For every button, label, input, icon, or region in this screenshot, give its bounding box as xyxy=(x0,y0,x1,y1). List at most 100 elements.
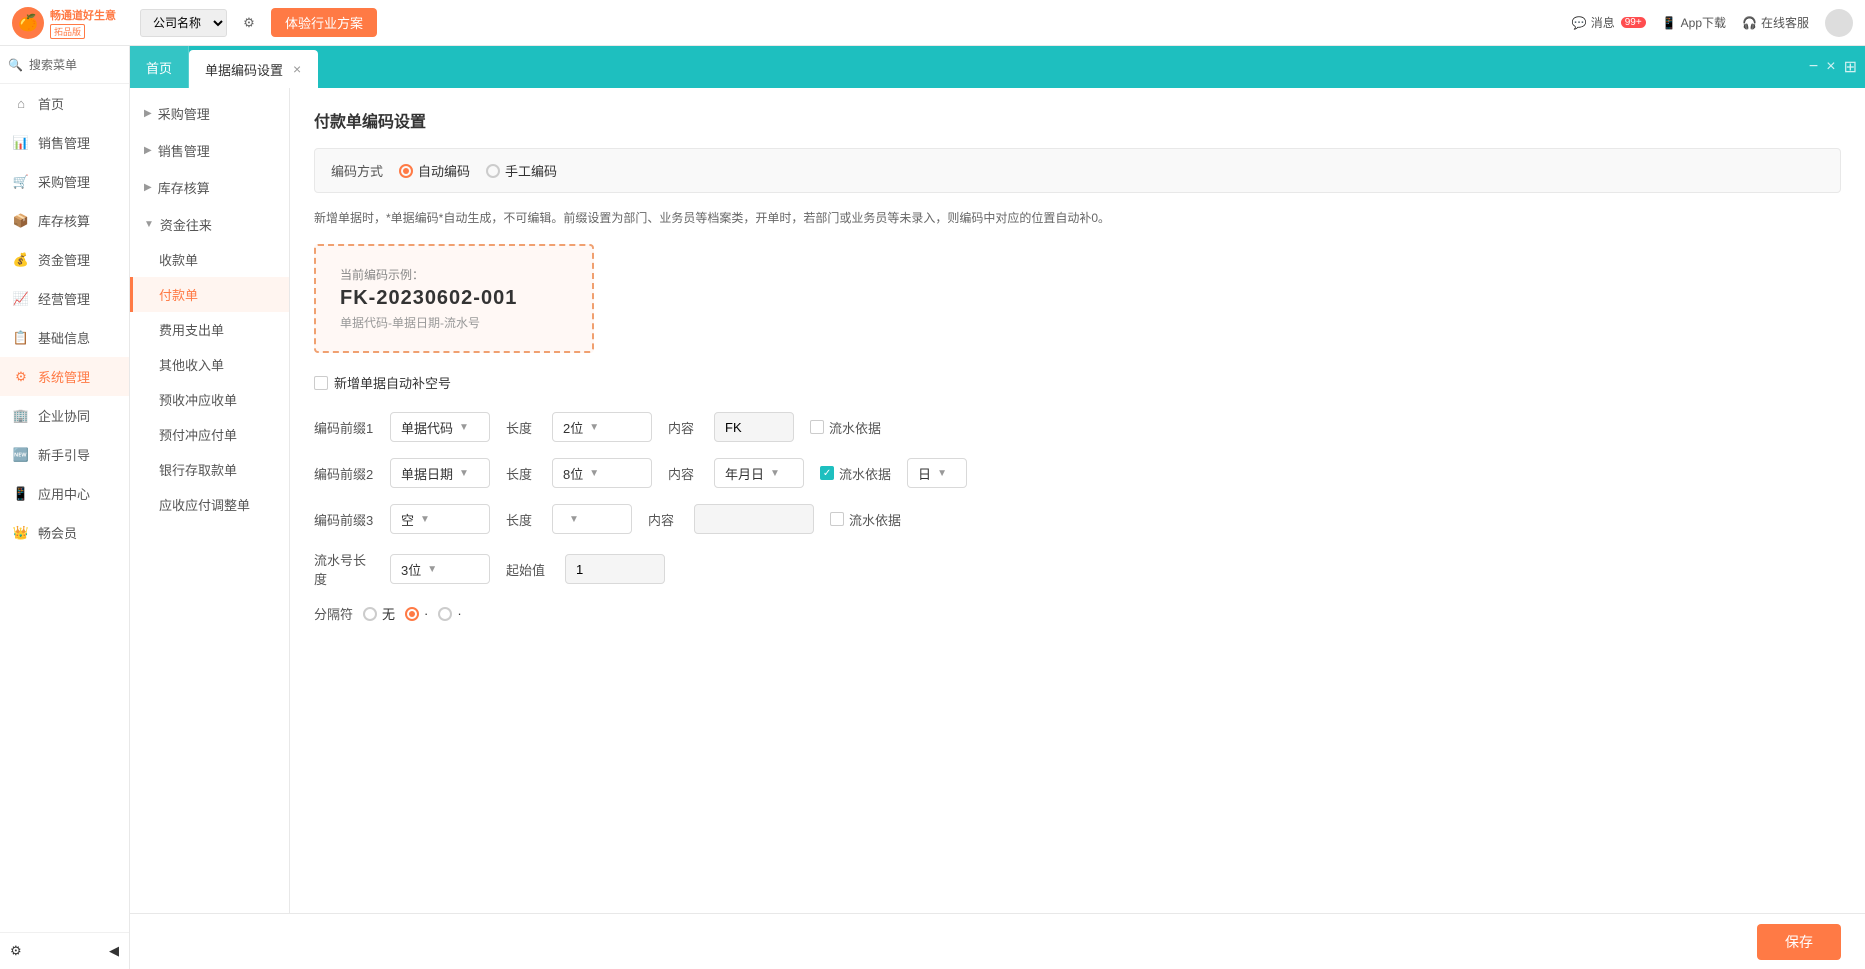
prefix-row-1: 编码前缀1 单据代码 ▼ 长度 2位 ▼ 内容 流水依据 xyxy=(314,412,1841,442)
sidebar-item-sales[interactable]: 📊 销售管理 xyxy=(0,123,129,162)
serial-unit-select-2[interactable]: 日 ▼ xyxy=(907,458,967,488)
nav-item-bank-deposit[interactable]: 银行存取款单 xyxy=(130,452,289,487)
online-service-action[interactable]: 🎧 在线客服 xyxy=(1742,14,1809,31)
search-icon: 🔍 xyxy=(8,58,23,72)
content-area: 首页 单据编码设置 × − × ⊞ ▶ 采购管理 xyxy=(130,46,1865,969)
serial-check-teal-2[interactable]: ✓ xyxy=(820,466,834,480)
content-arrow-2: ▼ xyxy=(770,468,780,479)
manual-encode-radio[interactable] xyxy=(486,164,500,178)
tab-minimize-button[interactable]: − xyxy=(1809,58,1818,76)
app-download-action[interactable]: 📱 App下载 xyxy=(1662,14,1726,31)
sidebar-item-enterprise[interactable]: 🏢 企业协同 xyxy=(0,396,129,435)
sep-dot-radio[interactable] xyxy=(405,607,419,621)
length-select-3[interactable]: ▼ xyxy=(552,504,632,534)
tab-expand-button[interactable]: ⊞ xyxy=(1844,57,1857,77)
nav-item-receivable-adjust[interactable]: 应收应付调整单 xyxy=(130,487,289,522)
sidebar-item-basic[interactable]: 📋 基础信息 xyxy=(0,318,129,357)
serial-check-icon-1[interactable] xyxy=(810,420,824,434)
serial-checkbox-3[interactable]: 流水依据 xyxy=(830,510,901,529)
sidebar-item-finance[interactable]: 💰 资金管理 xyxy=(0,240,129,279)
sidebar-footer: ⚙ ◀ xyxy=(0,932,129,969)
nav-item-other-income[interactable]: 其他收入单 xyxy=(130,347,289,382)
sep-none-option[interactable]: 无 xyxy=(363,604,395,623)
dropdown-arrow-2: ▼ xyxy=(459,468,469,479)
preview-label: 当前编码示例： xyxy=(340,266,568,283)
header-left: 🍊 畅通道好生意 拓品版 公司名称 ⚙ 体验行业方案 xyxy=(12,7,377,39)
appcenter-icon: 📱 xyxy=(12,485,30,503)
sidebar-item-member[interactable]: 👑 畅会员 xyxy=(0,513,129,552)
auto-fill-checkbox[interactable] xyxy=(314,376,328,390)
trial-button[interactable]: 体验行业方案 xyxy=(271,8,377,37)
serial-checkbox-1[interactable]: 流水依据 xyxy=(810,418,881,437)
content-input-3[interactable] xyxy=(694,504,814,534)
bottom-bar: 保存 xyxy=(130,913,1865,969)
header-gear-icon[interactable]: ⚙ xyxy=(235,9,263,37)
length-label-2: 长度 xyxy=(506,464,532,483)
prefix-row-3: 编码前缀3 空 ▼ 长度 ▼ 内容 流水依据 xyxy=(314,504,1841,534)
left-nav: ▶ 采购管理 ▶ 销售管理 ▶ 库存核算 xyxy=(130,88,290,913)
nav-group-sales-title[interactable]: ▶ 销售管理 xyxy=(130,133,289,168)
settings-footer-icon[interactable]: ⚙ xyxy=(10,943,22,959)
save-button[interactable]: 保存 xyxy=(1757,924,1841,960)
sidebar-item-operation[interactable]: 📈 经营管理 xyxy=(0,279,129,318)
nav-item-prepay-receive[interactable]: 预收冲应收单 xyxy=(130,382,289,417)
tab-close-icon[interactable]: × xyxy=(293,61,301,77)
serial-check-icon-3[interactable] xyxy=(830,512,844,526)
prefix3-select[interactable]: 空 ▼ xyxy=(390,504,490,534)
company-select[interactable]: 公司名称 xyxy=(140,9,227,37)
sidebar-item-home[interactable]: ⌂ 首页 xyxy=(0,84,129,123)
nav-item-prepay-pay[interactable]: 预付冲应付单 xyxy=(130,417,289,452)
nav-group-inventory-title[interactable]: ▶ 库存核算 xyxy=(130,170,289,205)
sidebar-item-inventory[interactable]: 📦 库存核算 xyxy=(0,201,129,240)
start-value-input[interactable] xyxy=(565,554,665,584)
separator-label: 分隔符 xyxy=(314,604,353,623)
nav-item-receipt[interactable]: 收款单 xyxy=(130,242,289,277)
prefix1-select[interactable]: 单据代码 ▼ xyxy=(390,412,490,442)
tab-bar: 首页 单据编码设置 × − × ⊞ xyxy=(130,46,1865,88)
prefix2-select[interactable]: 单据日期 ▼ xyxy=(390,458,490,488)
sidebar-item-system[interactable]: ⚙ 系统管理 xyxy=(0,357,129,396)
sep-dash-radio[interactable] xyxy=(438,607,452,621)
nav-group-funds-title[interactable]: ▼ 资金往来 xyxy=(130,207,289,242)
info-text: 新增单据时，*单据编码*自动生成，不可编辑。前缀设置为部门、业务员等档案类，开单… xyxy=(314,209,1841,228)
nav-item-payment[interactable]: 付款单 xyxy=(130,277,289,312)
tab-encoding-settings[interactable]: 单据编码设置 × xyxy=(189,50,318,88)
start-value-label: 起始值 xyxy=(506,560,545,579)
content-select-2[interactable]: 年月日 ▼ xyxy=(714,458,804,488)
sidebar-item-newguide[interactable]: 🆕 新手引导 xyxy=(0,435,129,474)
auto-encode-option[interactable]: 自动编码 xyxy=(399,161,470,180)
sidebar-search[interactable]: 🔍 搜索菜单 xyxy=(0,46,129,84)
length-select-1[interactable]: 2位 ▼ xyxy=(552,412,652,442)
message-icon: 💬 xyxy=(1572,16,1587,30)
sidebar-item-appcenter[interactable]: 📱 应用中心 xyxy=(0,474,129,513)
user-avatar[interactable] xyxy=(1825,9,1853,37)
purchase-icon: 🛒 xyxy=(12,173,30,191)
sep-dot-option[interactable]: · xyxy=(405,606,428,621)
tab-close-button[interactable]: × xyxy=(1826,58,1835,76)
dropdown-arrow-3: ▼ xyxy=(420,514,430,525)
operation-icon: 📈 xyxy=(12,290,30,308)
basic-icon: 📋 xyxy=(12,329,30,347)
tab-home[interactable]: 首页 xyxy=(130,46,189,88)
serial-checkbox-2[interactable]: ✓ 流水依据 xyxy=(820,464,891,483)
nav-item-expense[interactable]: 费用支出单 xyxy=(130,312,289,347)
sep-dash-option[interactable]: · xyxy=(438,606,461,621)
preview-sub: 单据代码-单据日期-流水号 xyxy=(340,314,568,331)
serial-length-select[interactable]: 3位 ▼ xyxy=(390,554,490,584)
collapse-icon[interactable]: ◀ xyxy=(109,943,119,959)
sidebar-item-purchase[interactable]: 🛒 采购管理 xyxy=(0,162,129,201)
auto-encode-radio[interactable] xyxy=(399,164,413,178)
headset-icon: 🎧 xyxy=(1742,16,1757,30)
nav-group-purchase-title[interactable]: ▶ 采购管理 xyxy=(130,96,289,131)
sep-none-radio[interactable] xyxy=(363,607,377,621)
main-layout: 🔍 搜索菜单 ⌂ 首页 📊 销售管理 🛒 采购管理 📦 库存核算 💰 资金管理 … xyxy=(0,46,1865,969)
prefix1-label: 编码前缀1 xyxy=(314,418,374,437)
arrow-right-icon: ▶ xyxy=(144,108,152,119)
length-select-2[interactable]: 8位 ▼ xyxy=(552,458,652,488)
content-input-1[interactable] xyxy=(714,412,794,442)
message-action[interactable]: 💬 消息 99+ xyxy=(1572,14,1646,31)
code-preview-box: 当前编码示例： FK-20230602-001 单据代码-单据日期-流水号 xyxy=(314,244,594,353)
length-arrow-3: ▼ xyxy=(569,514,579,525)
inventory-icon: 📦 xyxy=(12,212,30,230)
manual-encode-option[interactable]: 手工编码 xyxy=(486,161,557,180)
